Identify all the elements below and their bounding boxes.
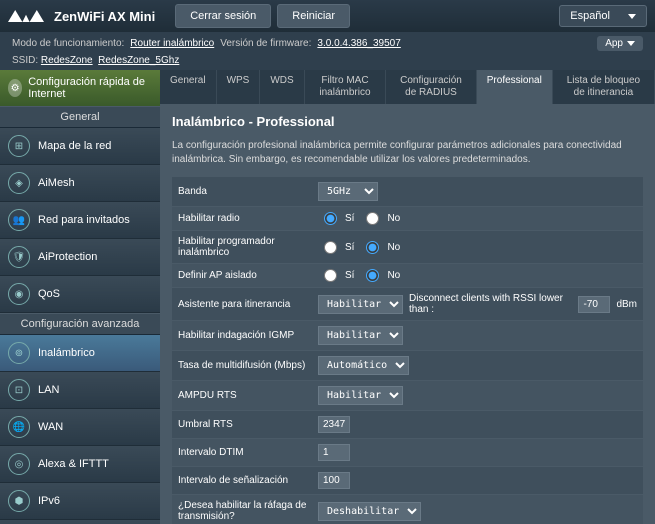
chevron-down-icon bbox=[627, 41, 635, 46]
sched-no[interactable] bbox=[366, 241, 379, 254]
nav-ipv6[interactable]: ⬢IPv6 bbox=[0, 483, 160, 520]
chevron-down-icon bbox=[628, 14, 636, 19]
nav-qos[interactable]: ◉QoS bbox=[0, 276, 160, 313]
fw-link[interactable]: 3.0.0.4.386_39507 bbox=[317, 38, 400, 49]
nav-alexa[interactable]: ◎Alexa & IFTTT bbox=[0, 446, 160, 483]
gauge-icon: ◉ bbox=[8, 283, 30, 305]
tab-general[interactable]: General bbox=[160, 70, 217, 104]
isolated-no[interactable] bbox=[366, 269, 379, 282]
multicast-select[interactable]: Automático bbox=[318, 356, 409, 375]
sched-label: Habilitar programador inalámbrico bbox=[178, 236, 318, 258]
roam-hint: Disconnect clients with RSSI lower than … bbox=[409, 293, 572, 315]
tab-roamblock[interactable]: Lista de bloqueo de itinerancia bbox=[553, 70, 655, 104]
guest-icon: 👥 bbox=[8, 209, 30, 231]
roam-unit: dBm bbox=[616, 299, 637, 310]
ssid-link-1[interactable]: RedesZone bbox=[41, 55, 93, 66]
tab-wps[interactable]: WPS bbox=[217, 70, 261, 104]
nav-aimesh[interactable]: ◈AiMesh bbox=[0, 165, 160, 202]
dtim-input[interactable] bbox=[318, 444, 350, 461]
map-icon: ⊞ bbox=[8, 135, 30, 157]
roam-select[interactable]: Habilitar bbox=[318, 295, 403, 314]
roam-rssi-input[interactable] bbox=[578, 296, 610, 313]
ampdu-label: AMPDU RTS bbox=[178, 390, 318, 401]
beacon-label: Intervalo de señalización bbox=[178, 475, 318, 486]
igmp-select[interactable]: Habilitar bbox=[318, 326, 403, 345]
mode-link[interactable]: Router inalámbrico bbox=[130, 38, 214, 49]
sched-yes[interactable] bbox=[324, 241, 337, 254]
app-button[interactable]: App bbox=[597, 36, 643, 51]
gear-icon: ⚙ bbox=[8, 79, 22, 97]
multicast-label: Tasa de multidifusión (Mbps) bbox=[178, 360, 318, 371]
nav-vpn[interactable]: 🔒VPN bbox=[0, 520, 160, 524]
rts-input[interactable] bbox=[318, 416, 350, 433]
nav-lan[interactable]: ⊡LAN bbox=[0, 372, 160, 409]
radio-label: Habilitar radio bbox=[178, 213, 318, 224]
section-advanced: Configuración avanzada bbox=[0, 313, 160, 335]
band-label: Banda bbox=[178, 186, 318, 197]
model-name: ZenWiFi AX Mini bbox=[54, 9, 155, 24]
logout-button[interactable]: Cerrar sesión bbox=[175, 4, 271, 28]
quickstart-button[interactable]: ⚙ Configuración rápida de Internet bbox=[0, 70, 160, 106]
nav-network-map[interactable]: ⊞Mapa de la red bbox=[0, 128, 160, 165]
language-select[interactable]: Español bbox=[559, 5, 647, 27]
ipv6-icon: ⬢ bbox=[8, 490, 30, 512]
language-label: Español bbox=[570, 10, 610, 22]
globe-icon: 🌐 bbox=[8, 416, 30, 438]
burst-label: ¿Desea habilitar la ráfaga de transmisió… bbox=[178, 500, 318, 522]
isolated-yes[interactable] bbox=[324, 269, 337, 282]
nav-wireless[interactable]: ⊚Inalámbrico bbox=[0, 335, 160, 372]
band-select[interactable]: 5GHz bbox=[318, 182, 378, 201]
roam-label: Asistente para itinerancia bbox=[178, 299, 318, 310]
igmp-label: Habilitar indagación IGMP bbox=[178, 330, 318, 341]
panel-title: Inalámbrico - Professional bbox=[172, 114, 643, 129]
shield-icon: 🛡 bbox=[8, 246, 30, 268]
ssid-label: SSID: bbox=[12, 55, 38, 66]
nav-guest[interactable]: 👥Red para invitados bbox=[0, 202, 160, 239]
dtim-label: Intervalo DTIM bbox=[178, 447, 318, 458]
ampdu-select[interactable]: Habilitar bbox=[318, 386, 403, 405]
radio-no[interactable] bbox=[366, 212, 379, 225]
radio-yes[interactable] bbox=[324, 212, 337, 225]
rts-label: Umbral RTS bbox=[178, 419, 318, 430]
tab-professional[interactable]: Professional bbox=[477, 70, 553, 104]
wifi-icon: ⊚ bbox=[8, 342, 30, 364]
beacon-input[interactable] bbox=[318, 472, 350, 489]
fw-label: Versión de firmware: bbox=[220, 38, 311, 49]
nav-aiprotection[interactable]: 🛡AiProtection bbox=[0, 239, 160, 276]
panel-desc: La configuración profesional inalámbrica… bbox=[172, 139, 643, 167]
voice-icon: ◎ bbox=[8, 453, 30, 475]
tab-wds[interactable]: WDS bbox=[260, 70, 304, 104]
burst-select[interactable]: Deshabilitar bbox=[318, 502, 421, 521]
section-general: General bbox=[0, 106, 160, 128]
brand-logo bbox=[8, 10, 50, 22]
tab-macfilter[interactable]: Filtro MAC inalámbrico bbox=[305, 70, 387, 104]
isolated-label: Definir AP aislado bbox=[178, 270, 318, 281]
mode-label: Modo de funcionamiento: bbox=[12, 38, 124, 49]
lan-icon: ⊡ bbox=[8, 379, 30, 401]
mesh-icon: ◈ bbox=[8, 172, 30, 194]
tab-radius[interactable]: Configuración de RADIUS bbox=[386, 70, 477, 104]
reboot-button[interactable]: Reiniciar bbox=[277, 4, 350, 28]
ssid-link-2[interactable]: RedesZone_5Ghz bbox=[98, 55, 179, 66]
nav-wan[interactable]: 🌐WAN bbox=[0, 409, 160, 446]
